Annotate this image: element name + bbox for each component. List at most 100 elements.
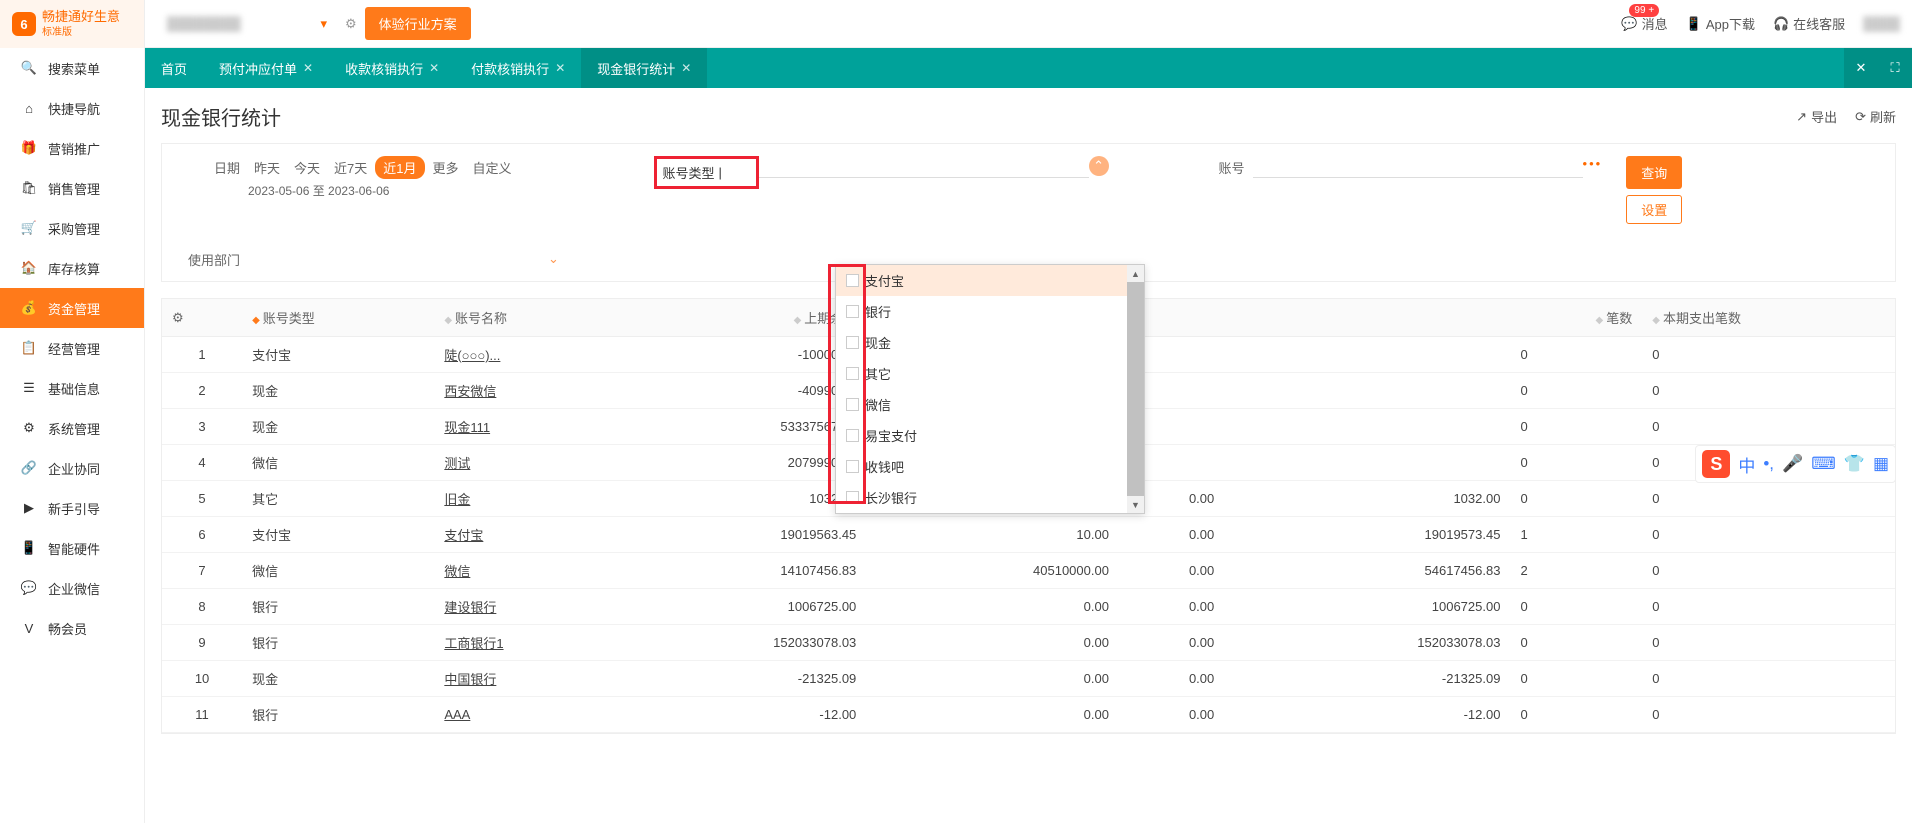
date-chip-近1月[interactable]: 近1月 [375, 156, 424, 179]
checkbox[interactable] [846, 429, 859, 442]
nav-item-库存核算[interactable]: 🏠库存核算 [0, 248, 144, 288]
nav-item-搜索菜单[interactable]: 🔍搜索菜单 [0, 48, 144, 88]
date-chip-自定义[interactable]: 自定义 [467, 156, 518, 179]
account-name-link[interactable]: 建设银行 [444, 600, 496, 615]
nav-item-销售管理[interactable]: 🛍销售管理 [0, 168, 144, 208]
checkbox[interactable] [846, 367, 859, 380]
dropdown-item-微信[interactable]: 微信 [836, 389, 1144, 420]
nav-label: 企业微信 [48, 579, 100, 598]
tab-收款核销执行[interactable]: 收款核销执行✕ [329, 48, 455, 88]
grid-icon[interactable]: ▦ [1873, 454, 1889, 474]
nav-item-营销推广[interactable]: 🎁营销推广 [0, 128, 144, 168]
dropdown-item-银行[interactable]: 银行 [836, 296, 1144, 327]
dropdown-item-现金[interactable]: 现金 [836, 327, 1144, 358]
date-chip-近7天[interactable]: 近7天 [328, 156, 373, 179]
dropdown-item-label: 银行 [865, 302, 891, 321]
nav-item-快捷导航[interactable]: ⌂快捷导航 [0, 88, 144, 128]
account-name-link[interactable]: 现金111 [444, 420, 490, 435]
refresh-icon: ⟳ [1855, 109, 1866, 125]
checkbox[interactable] [846, 305, 859, 318]
settings-button[interactable]: 设置 [1626, 195, 1682, 224]
query-button[interactable]: 查询 [1626, 156, 1682, 189]
account-name-link[interactable]: 测试 [444, 456, 470, 471]
gear-icon[interactable]: ⚙ [345, 16, 357, 32]
scroll-thumb[interactable] [1127, 282, 1144, 496]
ime-dot-icon[interactable]: •, [1763, 454, 1774, 474]
app-download-link[interactable]: 📱 App下载 [1686, 14, 1755, 33]
column-header[interactable]: ◆账号名称 [434, 299, 626, 337]
nav-item-采购管理[interactable]: 🛒采购管理 [0, 208, 144, 248]
account-name-link[interactable]: 工商银行1 [444, 636, 503, 651]
nav-item-畅会员[interactable]: V畅会员 [0, 608, 144, 648]
close-icon[interactable]: ✕ [429, 61, 439, 75]
nav-item-资金管理[interactable]: 💰资金管理 [0, 288, 144, 328]
nav-item-新手引导[interactable]: ▶新手引导 [0, 488, 144, 528]
date-chip-更多[interactable]: 更多 [427, 156, 465, 179]
ime-lang[interactable]: 中 [1738, 452, 1755, 477]
date-chip-今天[interactable]: 今天 [288, 156, 326, 179]
dropdown-item-长沙银行[interactable]: 长沙银行 [836, 482, 1144, 513]
nav-item-智能硬件[interactable]: 📱智能硬件 [0, 528, 144, 568]
close-all-tabs[interactable]: ✕ [1844, 48, 1878, 88]
checkbox[interactable] [846, 398, 859, 411]
checkbox[interactable] [846, 274, 859, 287]
ime-toolbar[interactable]: S 中 •, 🎤 ⌨ 👕 ▦ [1695, 445, 1896, 483]
keyboard-icon[interactable]: ⌨ [1811, 454, 1836, 474]
account-name-link[interactable]: 支付宝 [444, 528, 483, 543]
column-header[interactable]: ◆笔数 [1510, 299, 1642, 337]
user-avatar[interactable]: ████ [1863, 16, 1900, 31]
service-link[interactable]: 🎧 在线客服 [1773, 14, 1845, 33]
tab-预付冲应付单[interactable]: 预付冲应付单✕ [203, 48, 329, 88]
account-name-link[interactable]: 西安微信 [444, 384, 496, 399]
column-header[interactable]: ◆本期支出笔数 [1642, 299, 1895, 337]
nav-item-企业协同[interactable]: 🔗企业协同 [0, 448, 144, 488]
shirt-icon[interactable]: 👕 [1844, 454, 1865, 474]
account-input[interactable] [1253, 156, 1583, 178]
collapse-button[interactable]: ⌃ [1089, 156, 1109, 176]
gear-icon[interactable]: ⚙ [172, 310, 184, 325]
column-header[interactable] [1271, 299, 1511, 337]
messages-link[interactable]: 💬 消息 99 + [1621, 14, 1667, 33]
close-icon[interactable]: ✕ [303, 61, 313, 75]
scroll-down-icon[interactable]: ▼ [1127, 496, 1144, 513]
column-header[interactable]: ◆账号类型 [242, 299, 434, 337]
scroll-up-icon[interactable]: ▲ [1127, 265, 1144, 282]
checkbox[interactable] [846, 460, 859, 473]
dropdown-item-收钱吧[interactable]: 收钱吧 [836, 451, 1144, 482]
date-chip-昨天[interactable]: 昨天 [248, 156, 286, 179]
close-icon[interactable]: ✕ [681, 61, 691, 75]
refresh-button[interactable]: ⟳ 刷新 [1855, 107, 1896, 126]
chevron-down-icon[interactable]: ⌄ [548, 251, 559, 267]
export-button[interactable]: ↗ 导出 [1796, 107, 1837, 126]
nav-item-企业微信[interactable]: 💬企业微信 [0, 568, 144, 608]
dropdown-item-易宝支付[interactable]: 易宝支付 [836, 420, 1144, 451]
account-name-link[interactable]: 旧金 [444, 492, 470, 507]
nav-item-系统管理[interactable]: ⚙系统管理 [0, 408, 144, 448]
tab-付款核销执行[interactable]: 付款核销执行✕ [455, 48, 581, 88]
dropdown-item-其它[interactable]: 其它 [836, 358, 1144, 389]
close-icon[interactable]: ✕ [555, 61, 565, 75]
dropdown-scrollbar[interactable]: ▲ ▼ [1127, 265, 1144, 513]
more-dots-icon[interactable]: ••• [1583, 156, 1603, 171]
account-name-link[interactable]: 微信 [444, 564, 470, 579]
account-type-input[interactable] [759, 156, 1089, 178]
column-header[interactable] [1224, 299, 1270, 337]
checkbox[interactable] [846, 491, 859, 504]
account-name-link[interactable]: AAA [444, 707, 470, 722]
account-name-link[interactable]: 中国银行 [444, 672, 496, 687]
column-header[interactable]: ◆上期余额 [627, 299, 867, 337]
nav-item-基础信息[interactable]: ☰基础信息 [0, 368, 144, 408]
account-type-filter[interactable]: 账号类型 | [654, 156, 759, 189]
tab-现金银行统计[interactable]: 现金银行统计✕ [581, 48, 707, 88]
account-name-link[interactable]: 陡(○○○)... [444, 348, 500, 363]
solution-button[interactable]: 体验行业方案 [365, 7, 471, 40]
column-header[interactable]: ⚙ [162, 299, 242, 337]
mic-icon[interactable]: 🎤 [1782, 454, 1803, 474]
company-selector[interactable]: ████████ ▾ [157, 16, 337, 32]
tab-首页[interactable]: 首页 [145, 48, 203, 88]
expand-icon[interactable]: ⛶ [1878, 48, 1912, 88]
checkbox[interactable] [846, 336, 859, 349]
dropdown-item-支付宝[interactable]: 支付宝 [836, 265, 1144, 296]
nav-item-经营管理[interactable]: 📋经营管理 [0, 328, 144, 368]
dept-input[interactable] [248, 248, 548, 269]
